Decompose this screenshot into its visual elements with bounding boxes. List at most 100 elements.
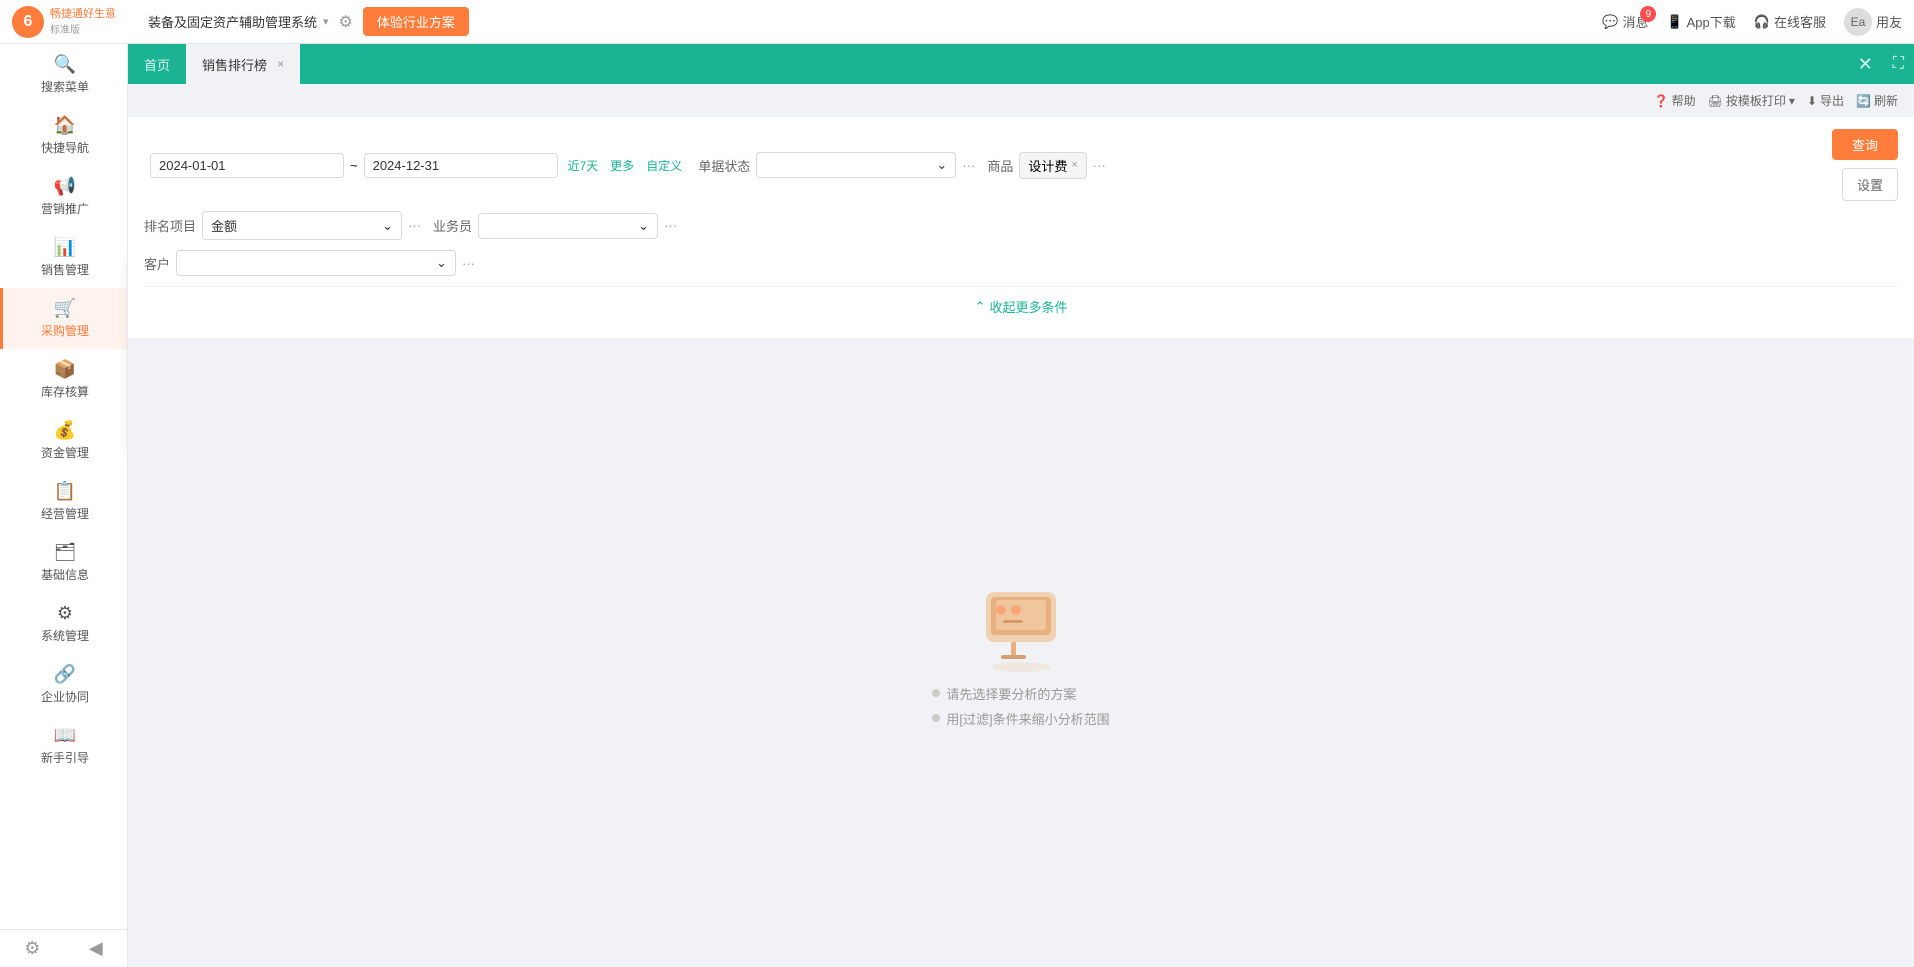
salesperson-ellipsis[interactable]: ···	[664, 218, 677, 233]
rank-label: 排名项目	[144, 216, 196, 235]
sidebar-label-sales: 销售管理	[41, 261, 89, 278]
sidebar: 🔍 搜索菜单 🏠 快捷导航 📢 营销推广 📊 销售管理 🛒 采购管	[0, 44, 128, 967]
salesperson-select[interactable]: ⌄	[478, 213, 658, 239]
phone-icon: 📱	[1666, 14, 1682, 30]
user-label: 用友	[1876, 12, 1902, 31]
collapse-sidebar-icon[interactable]: ◀	[89, 938, 103, 959]
print-dropdown-icon: ▾	[1789, 94, 1795, 108]
doc-status-ellipsis[interactable]: ···	[962, 158, 975, 173]
quick-date-custom[interactable]: 自定义	[642, 155, 686, 176]
sidebar-label-quick-nav: 快捷导航	[41, 139, 89, 156]
tab-expand-icons: ✕ ⛶	[1848, 54, 1914, 75]
system-title-text: 装备及固定资产辅助管理系统	[148, 12, 317, 31]
rank-value: 金额	[211, 216, 237, 235]
date-end-input[interactable]	[364, 153, 558, 178]
settings-icon-bottom[interactable]: ⚙	[24, 938, 40, 959]
help-btn[interactable]: ❓ 帮助	[1654, 92, 1696, 109]
rank-filter-item: 排名项目 金额 ⌄ ···	[144, 211, 421, 240]
empty-illustration	[961, 572, 1081, 672]
title-arrow-icon[interactable]: ▾	[323, 15, 329, 28]
headset-icon: 🎧	[1754, 14, 1770, 30]
date-separator: ~	[350, 158, 358, 173]
sidebar-label-marketing: 营销推广	[41, 200, 89, 217]
tabs-bar: 首页 销售排行榜 × ✕ ⛶	[128, 44, 1914, 84]
finance-icon: 💰	[54, 420, 76, 441]
tab-maximize-icon[interactable]: ⛶	[1883, 55, 1914, 73]
tab-close-window-icon[interactable]: ✕	[1848, 54, 1883, 75]
system-icon: ⚙	[57, 603, 73, 624]
empty-tip-1: 请先选择要分析的方案	[932, 684, 1109, 703]
notification-badge: 9	[1640, 6, 1656, 22]
guide-icon: 📖	[54, 725, 76, 746]
sidebar-label-finance: 资金管理	[41, 444, 89, 461]
customer-select[interactable]: ⌄	[176, 250, 456, 276]
app-container: 6 畅捷通好生意 标准版 装备及固定资产辅助管理系统 ▾ ⚙ 体验行业方案 💬 …	[0, 0, 1914, 967]
tab-sales-rank[interactable]: 销售排行榜 ×	[186, 44, 300, 84]
sidebar-item-guide[interactable]: 📖 新手引导	[0, 715, 127, 776]
sidebar-item-operations[interactable]: 📋 经营管理	[0, 471, 127, 532]
tab-sales-rank-label: 销售排行榜	[202, 55, 267, 74]
main-area: 🔍 搜索菜单 🏠 快捷导航 📢 营销推广 📊 销售管理 🛒 采购管	[0, 44, 1914, 967]
export-btn[interactable]: ⬇ 导出	[1807, 92, 1844, 109]
salesperson-label: 业务员	[433, 216, 472, 235]
sales-icon: 📊	[54, 237, 76, 258]
refresh-btn[interactable]: 🔄 刷新	[1856, 92, 1898, 109]
app-download-btn[interactable]: 📱 App下载	[1666, 12, 1735, 31]
gear-icon[interactable]: ⚙	[339, 12, 353, 32]
logo-icon: 6	[12, 6, 44, 38]
print-btn[interactable]: 🖨 按模板打印 ▾	[1708, 92, 1795, 109]
sidebar-item-marketing[interactable]: 📢 营销推广	[0, 166, 127, 227]
sidebar-label-guide: 新手引导	[41, 749, 89, 766]
user-area[interactable]: Ea 用友	[1844, 8, 1902, 36]
sidebar-nav: 🔍 搜索菜单 🏠 快捷导航 📢 营销推广 📊 销售管理 🛒 采购管	[0, 44, 127, 929]
sidebar-item-system[interactable]: ⚙ 系统管理	[0, 593, 127, 654]
help-label: 帮助	[1672, 92, 1696, 109]
action-buttons: 查询 设置	[1832, 129, 1898, 201]
content-area: 首页 销售排行榜 × ✕ ⛶ ❓ 帮助	[128, 44, 1914, 967]
customer-ellipsis[interactable]: ···	[462, 256, 475, 271]
top-right: 💬 消息 9 📱 App下载 🎧 在线客服 Ea 用友	[1602, 8, 1902, 36]
export-label: 导出	[1820, 92, 1844, 109]
goods-tag: 设计费 ×	[1019, 152, 1086, 179]
collapse-btn[interactable]: ⌃ 收起更多条件	[975, 291, 1068, 322]
goods-label: 商品	[987, 156, 1013, 175]
industry-btn[interactable]: 体验行业方案	[363, 7, 469, 36]
enterprise-icon: 🔗	[54, 664, 76, 685]
marketing-icon: 📢	[54, 176, 76, 197]
tab-close-icon[interactable]: ×	[277, 57, 284, 71]
logo-sub: 标准版	[50, 21, 116, 36]
query-btn[interactable]: 查询	[1832, 129, 1898, 160]
operations-icon: 📋	[54, 481, 76, 502]
print-icon: 🖨	[1708, 94, 1723, 108]
avatar: Ea	[1844, 8, 1872, 36]
doc-status-arrow: ⌄	[936, 157, 947, 173]
sidebar-item-purchase[interactable]: 🛒 采购管理 🛒 采购业务 采购订单 历史	[0, 288, 127, 349]
top-bar: 6 畅捷通好生意 标准版 装备及固定资产辅助管理系统 ▾ ⚙ 体验行业方案 💬 …	[0, 0, 1914, 44]
sidebar-item-inventory[interactable]: 📦 库存核算	[0, 349, 127, 410]
empty-dot-2	[932, 714, 940, 722]
sidebar-item-basic-info[interactable]: 🗂 基础信息	[0, 532, 127, 593]
purchase-icon: 🛒	[54, 298, 76, 319]
goods-tag-close-icon[interactable]: ×	[1071, 159, 1077, 171]
rank-select[interactable]: 金额 ⌄	[202, 211, 402, 240]
quick-date-more[interactable]: 更多	[606, 155, 638, 176]
settings-btn[interactable]: 设置	[1842, 168, 1898, 201]
date-start-input[interactable]	[150, 153, 344, 178]
filter-row-1: ~ 近7天 更多 自定义 单据状态	[144, 129, 1898, 201]
quick-date-7days[interactable]: 近7天	[564, 155, 603, 176]
sidebar-item-quick-nav[interactable]: 🏠 快捷导航	[0, 105, 127, 166]
empty-state: 请先选择要分析的方案 用[过滤]条件来缩小分析范围	[128, 338, 1914, 967]
goods-ellipsis[interactable]: ···	[1093, 158, 1106, 173]
tab-home[interactable]: 首页	[128, 44, 186, 84]
basic-info-icon: 🗂	[54, 542, 77, 563]
doc-status-select[interactable]: ⌄	[756, 152, 956, 178]
filter-area: ~ 近7天 更多 自定义 单据状态	[128, 117, 1914, 338]
rank-ellipsis[interactable]: ···	[408, 218, 421, 233]
online-service-btn[interactable]: 🎧 在线客服	[1754, 12, 1826, 31]
rank-arrow: ⌄	[382, 218, 393, 234]
sidebar-item-sales[interactable]: 📊 销售管理	[0, 227, 127, 288]
sidebar-item-enterprise[interactable]: 🔗 企业协同	[0, 654, 127, 715]
notification-btn[interactable]: 💬 消息 9	[1602, 12, 1648, 31]
sidebar-item-finance[interactable]: 💰 资金管理	[0, 410, 127, 471]
sidebar-item-search[interactable]: 🔍 搜索菜单	[0, 44, 127, 105]
